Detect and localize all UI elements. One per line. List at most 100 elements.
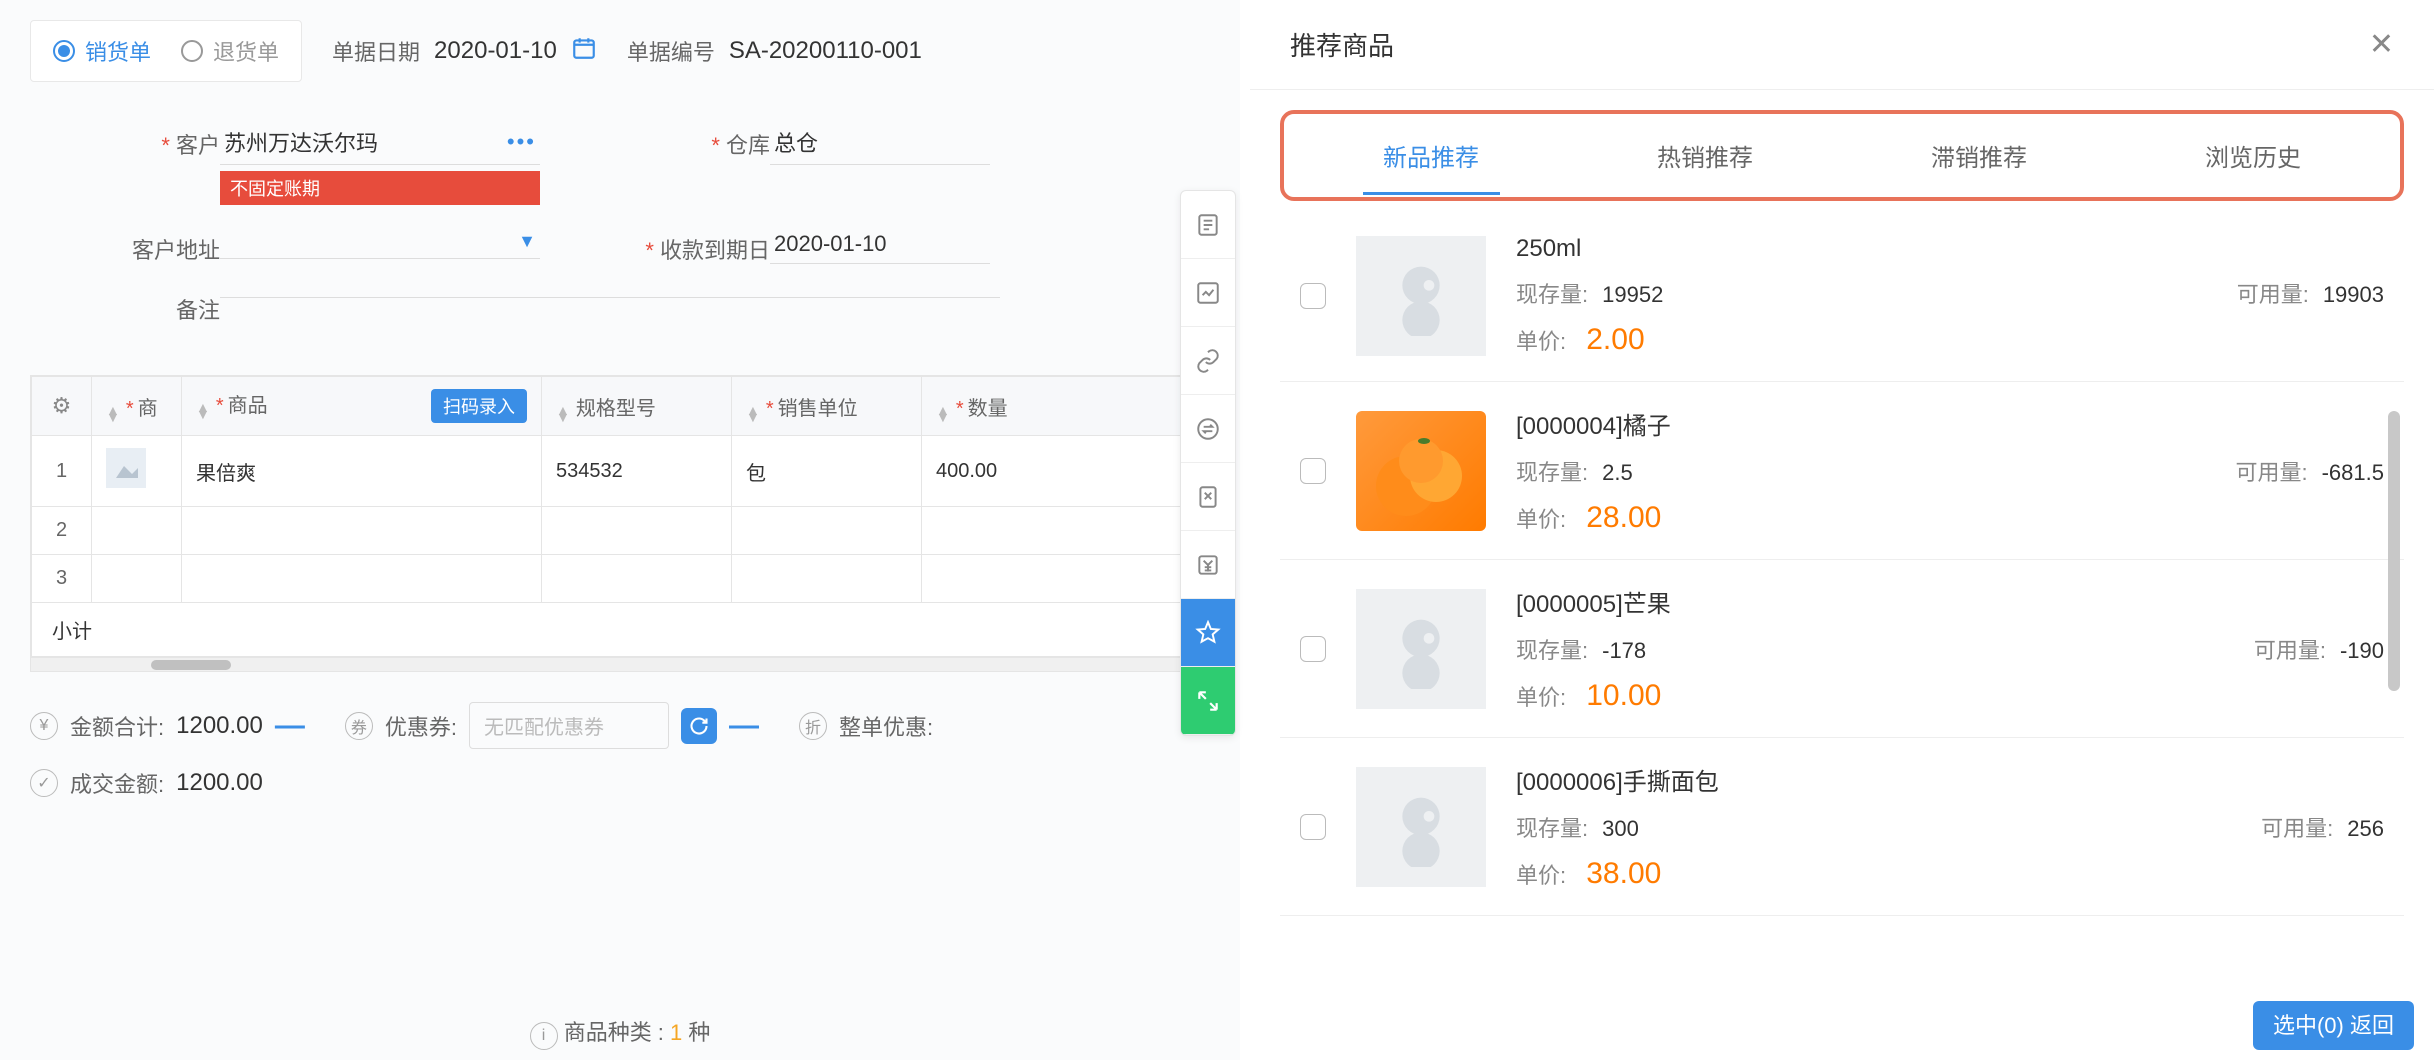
product-thumb-placeholder <box>1356 589 1486 709</box>
product-item[interactable]: [0000004]橘子现存量:2.5可用量:-681.5单价: 28.00 <box>1280 382 2404 560</box>
dash-icon: — <box>729 709 759 743</box>
product-item[interactable]: [0000005]芒果现存量:-178可用量:-190单价: 10.00 <box>1280 560 2404 738</box>
product-list[interactable]: 250ml现存量:19952可用量:19903单价: 2.00[0000004]… <box>1280 211 2404 1060</box>
warehouse-label: 仓库 <box>726 133 770 158</box>
tab-new-recommend[interactable]: 新品推荐 <box>1294 120 1568 191</box>
total-value: 1200.00 <box>176 712 263 740</box>
toolbar-receipt-icon[interactable] <box>1181 463 1235 531</box>
gear-icon[interactable]: ⚙ <box>52 393 72 418</box>
summary-bar: ¥ 金额合计: 1200.00 — 券 优惠券: 无匹配优惠券 — 折 整单优惠… <box>30 702 1210 749</box>
radio-label: 退货单 <box>213 35 279 67</box>
address-input[interactable]: ▼ <box>220 225 540 259</box>
table-row[interactable]: 1 果倍爽 534532 包 400.00 <box>32 436 1209 507</box>
toolbar-exchange-icon[interactable] <box>1181 395 1235 463</box>
calendar-icon[interactable] <box>571 35 597 68</box>
close-icon[interactable]: ✕ <box>2369 27 2394 62</box>
cell-qty[interactable]: 400.00 <box>922 436 1209 507</box>
row-index: 3 <box>32 555 92 603</box>
toolbar-link-icon[interactable] <box>1181 327 1235 395</box>
form-fields: *客户 苏州万达沃尔玛 ••• 不固定账期 *仓库 总仓 客户地址 <box>30 110 1210 355</box>
sort-icon[interactable]: ▲▼ <box>746 407 760 421</box>
product-item[interactable]: 250ml现存量:19952可用量:19903单价: 2.00 <box>1280 211 2404 382</box>
chevron-down-icon[interactable]: ▼ <box>518 231 536 252</box>
customer-input[interactable]: 苏州万达沃尔玛 ••• <box>220 120 540 165</box>
toolbar-chart-icon[interactable] <box>1181 259 1235 327</box>
panel-footer: 选中(0) 返回 <box>2253 1008 2414 1040</box>
cell-goods[interactable]: 果倍爽 <box>182 436 542 507</box>
address-label: 客户地址 <box>132 238 220 263</box>
col-goods1: 商 <box>138 398 158 420</box>
whole-discount: 折 整单优惠: <box>799 710 933 742</box>
dash-icon: — <box>275 709 305 743</box>
remark-input[interactable] <box>220 285 1000 298</box>
radio-sales-order[interactable]: 销货单 <box>53 35 151 67</box>
sort-icon[interactable]: ▲▼ <box>936 407 950 421</box>
coupon-icon: 券 <box>345 712 373 740</box>
sort-icon[interactable]: ▲▼ <box>106 407 120 421</box>
scan-input-button[interactable]: 扫码录入 <box>431 389 527 423</box>
doc-date-value[interactable]: 2020-01-10 <box>434 37 557 65</box>
col-goods2: 商品 <box>228 395 268 417</box>
coupon-field: 券 优惠券: 无匹配优惠券 — <box>345 702 759 749</box>
doc-no-value: SA-20200110-001 <box>729 37 922 65</box>
col-qty: 数量 <box>968 398 1008 420</box>
due-date-value: 2020-01-10 <box>774 231 887 257</box>
tab-hot-recommend[interactable]: 热销推荐 <box>1568 120 1842 191</box>
toolbar-note-icon[interactable] <box>1181 191 1235 259</box>
tab-browse-history[interactable]: 浏览历史 <box>2116 120 2390 191</box>
selected-return-button[interactable]: 选中(0) 返回 <box>2253 1001 2414 1050</box>
cell-spec[interactable]: 534532 <box>542 436 732 507</box>
vertical-scrollbar[interactable] <box>2388 411 2400 691</box>
row-index: 2 <box>32 507 92 555</box>
line-items-table: ⚙ ▲▼*商 ▲▼*商品扫码录入 ▲▼规格型号 ▲▼*销售单位 ▲▼*数量 1 … <box>30 375 1210 672</box>
product-info: [0000006]手撕面包现存量:300可用量:256单价: 38.00 <box>1516 762 2384 891</box>
table-row[interactable]: 3 <box>32 555 1209 603</box>
warehouse-field: *仓库 总仓 <box>600 120 990 205</box>
kinds-unit: 种 <box>688 1020 710 1045</box>
warehouse-input[interactable]: 总仓 <box>770 120 990 165</box>
doc-date-field: 单据日期 2020-01-10 <box>332 35 597 68</box>
kinds-label: 商品种类 : <box>564 1020 664 1045</box>
sort-icon[interactable]: ▲▼ <box>196 404 210 418</box>
radio-return-order[interactable]: 退货单 <box>181 35 279 67</box>
product-checkbox[interactable] <box>1300 814 1326 840</box>
deal-label: 成交金额: <box>70 767 164 799</box>
remark-field: 备注 <box>50 285 1000 325</box>
product-price-row: 单价: 28.00 <box>1516 501 2384 535</box>
toolbar-star-icon[interactable] <box>1181 599 1235 667</box>
product-checkbox[interactable] <box>1300 283 1326 309</box>
product-price-row: 单价: 38.00 <box>1516 857 2384 891</box>
product-name: [0000006]手撕面包 <box>1516 762 2384 797</box>
due-date-input[interactable]: 2020-01-10 <box>770 225 990 264</box>
scrollbar-thumb[interactable] <box>151 660 231 670</box>
product-checkbox[interactable] <box>1300 458 1326 484</box>
row-index: 1 <box>32 436 92 507</box>
kinds-value: 1 <box>670 1020 682 1045</box>
discount-icon: 折 <box>799 712 827 740</box>
product-thumb-placeholder <box>1356 767 1486 887</box>
tab-slow-recommend[interactable]: 滞销推荐 <box>1842 120 2116 191</box>
deal-amount-row: ✓ 成交金额: 1200.00 <box>30 767 1210 799</box>
radio-icon <box>181 40 203 62</box>
cell-unit[interactable]: 包 <box>732 436 922 507</box>
doc-date-label: 单据日期 <box>332 35 420 67</box>
product-stock-row: 现存量:2.5可用量:-681.5 <box>1516 455 2384 487</box>
coupon-input[interactable]: 无匹配优惠券 <box>469 702 669 749</box>
product-info: 250ml现存量:19952可用量:19903单价: 2.00 <box>1516 235 2384 357</box>
deal-amount: ✓ 成交金额: 1200.00 <box>30 767 263 799</box>
toolbar-expand-icon[interactable] <box>1181 667 1235 735</box>
refresh-button[interactable] <box>681 708 717 744</box>
product-name: [0000005]芒果 <box>1516 584 2384 619</box>
remark-label: 备注 <box>176 298 220 323</box>
toolbar-currency-icon[interactable] <box>1181 531 1235 599</box>
horizontal-scrollbar[interactable] <box>31 657 1209 671</box>
product-price-row: 单价: 2.00 <box>1516 323 2384 357</box>
product-item[interactable]: [0000006]手撕面包现存量:300可用量:256单价: 38.00 <box>1280 738 2404 916</box>
total-amount: ¥ 金额合计: 1200.00 — <box>30 709 305 743</box>
sort-icon[interactable]: ▲▼ <box>556 407 570 421</box>
table-row[interactable]: 2 <box>32 507 1209 555</box>
panel-title: 推荐商品 <box>1290 26 1394 63</box>
customer-field: *客户 苏州万达沃尔玛 ••• 不固定账期 <box>50 120 540 205</box>
more-icon[interactable]: ••• <box>507 129 536 155</box>
product-checkbox[interactable] <box>1300 636 1326 662</box>
